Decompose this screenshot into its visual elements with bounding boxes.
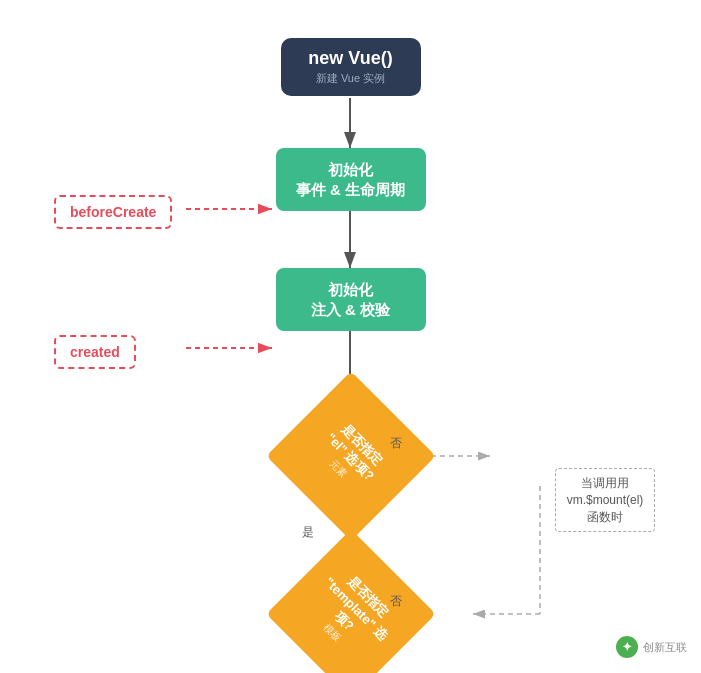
watermark: ✦ 创新互联	[616, 636, 687, 658]
diamond-el-label: 是否指定"el" 选项? 元素	[302, 408, 399, 505]
watermark-logo: ✦	[616, 636, 638, 658]
diagram-inner: new Vue() 新建 Vue 实例 初始化 事件 & 生命周期 before…	[0, 20, 701, 670]
vm-mount-note: 当调用用 vm.$mount(el) 函数时	[555, 468, 655, 532]
new-vue-node: new Vue() 新建 Vue 实例	[281, 38, 421, 96]
new-vue-main-text: new Vue()	[295, 48, 407, 69]
diamond-el-wrap: 是否指定"el" 选项? 元素	[291, 396, 411, 516]
init-inject-text: 初始化 注入 & 校验	[290, 280, 412, 319]
template-diamond-no-label: 否	[390, 593, 402, 610]
watermark-text: 创新互联	[643, 640, 687, 655]
diagram-container: new Vue() 新建 Vue 实例 初始化 事件 & 生命周期 before…	[0, 0, 701, 673]
el-diamond-no-label: 否	[390, 435, 402, 452]
el-diamond-yes-label: 是	[302, 524, 314, 541]
diamond-template-wrap: 是否指定"template" 选项? 模板	[291, 554, 411, 673]
diamond-template: 是否指定"template" 选项? 模板	[266, 529, 436, 673]
created-hook: created	[54, 335, 136, 369]
init-event-node: 初始化 事件 & 生命周期	[276, 148, 426, 211]
beforecreate-hook: beforeCreate	[54, 195, 172, 229]
diamond-template-label: 是否指定"template" 选项? 模板	[296, 560, 405, 669]
new-vue-sub-text: 新建 Vue 实例	[295, 71, 407, 86]
init-inject-node: 初始化 注入 & 校验	[276, 268, 426, 331]
init-event-text: 初始化 事件 & 生命周期	[290, 160, 412, 199]
diamond-el: 是否指定"el" 选项? 元素	[266, 371, 436, 541]
